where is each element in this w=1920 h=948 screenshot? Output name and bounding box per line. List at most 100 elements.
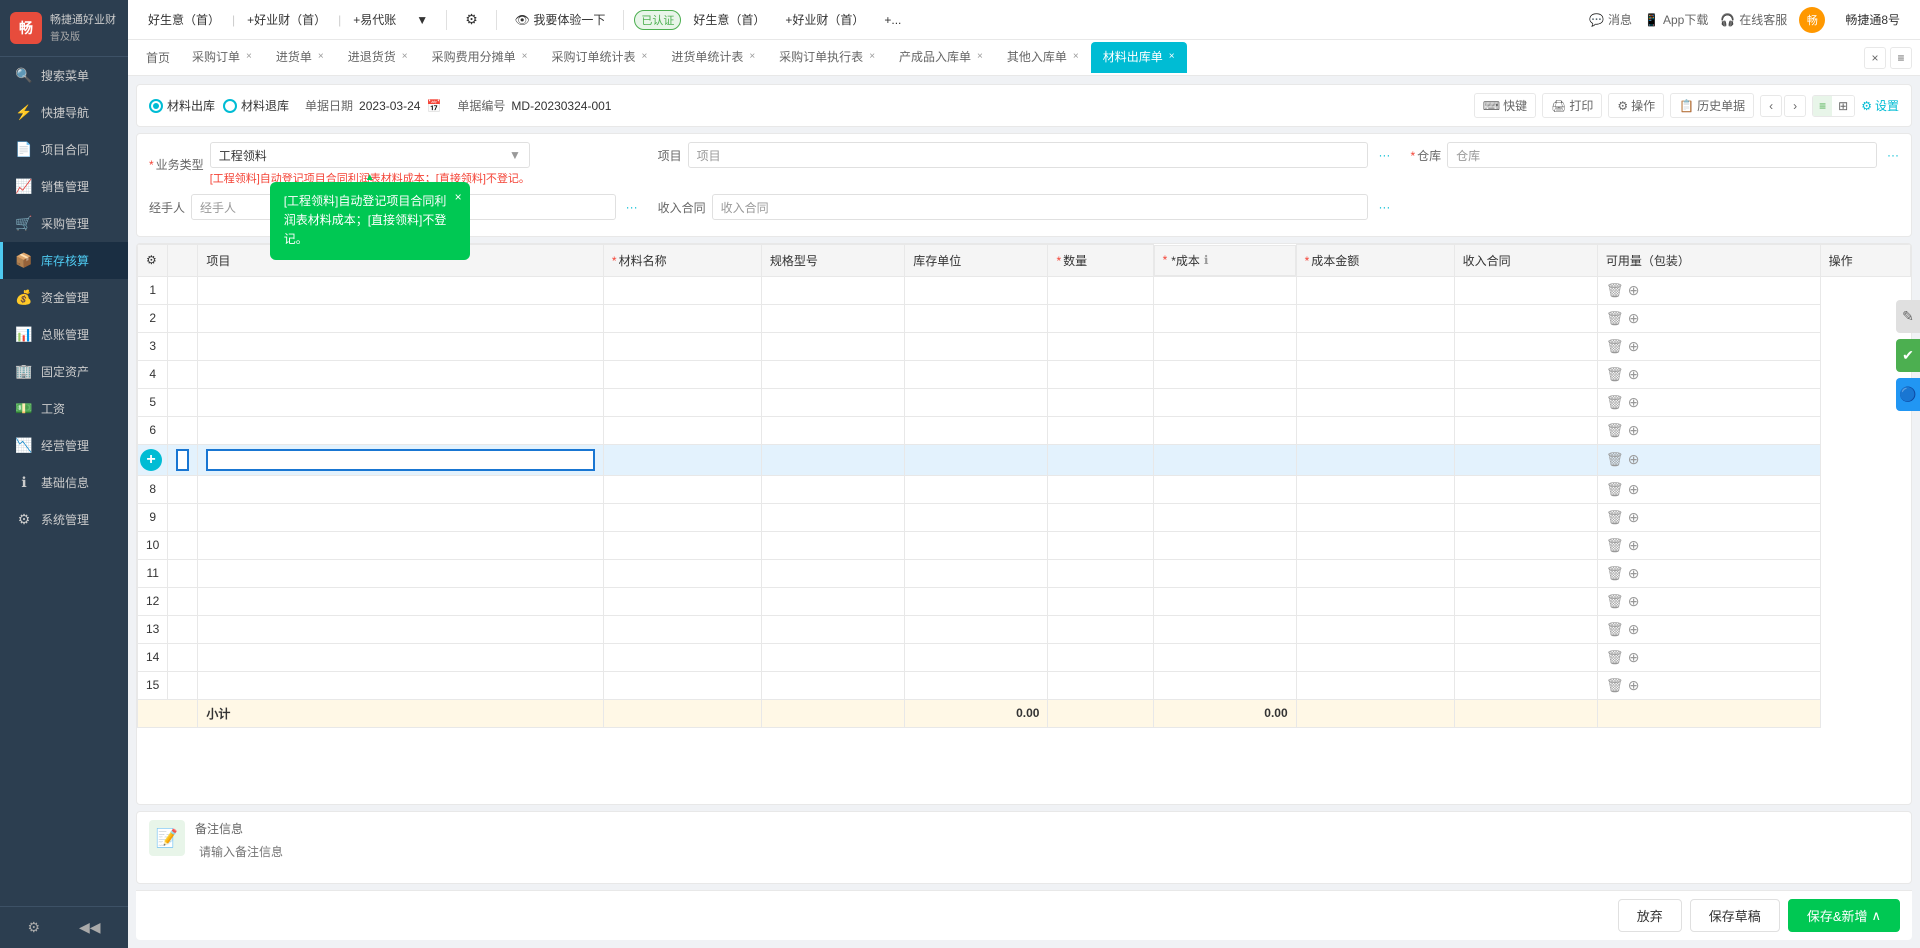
topbar-settings-icon[interactable]: ⚙ [457, 7, 486, 32]
row-cost[interactable] [1048, 671, 1153, 699]
view-list[interactable]: ≡ [1813, 96, 1832, 116]
active-row-spec[interactable] [603, 444, 761, 475]
active-row-amount[interactable] [1153, 444, 1296, 475]
topbar-nav-dropdown[interactable]: ▼ [408, 9, 436, 31]
row-contract[interactable] [1296, 304, 1454, 332]
row-spec[interactable] [603, 531, 761, 559]
row-avail[interactable] [1454, 531, 1597, 559]
row-project[interactable] [168, 615, 198, 643]
sidebar-item-fund[interactable]: 💰 资金管理 [0, 279, 128, 316]
tab-cost[interactable]: 采购费用分摊单 × [420, 42, 540, 73]
sidebar-item-purchase[interactable]: 🛒 采购管理 [0, 205, 128, 242]
copy-icon[interactable]: ⊕ [1628, 593, 1640, 610]
row-project[interactable] [168, 416, 198, 444]
copy-icon[interactable]: ⊕ [1628, 509, 1640, 526]
row-cost[interactable] [1048, 388, 1153, 416]
row-spec[interactable] [603, 615, 761, 643]
row-spec[interactable] [603, 332, 761, 360]
row-name[interactable] [198, 643, 604, 671]
tab-close-all[interactable]: × [1864, 47, 1886, 69]
radio-return[interactable]: 材料退库 [223, 97, 289, 114]
row-qty[interactable] [905, 503, 1048, 531]
date-value[interactable]: 2023-03-24 [359, 99, 420, 113]
message-btn[interactable]: 💬 消息 [1589, 11, 1632, 28]
topbar-nav-item-2[interactable]: +好业财（首） [239, 7, 334, 32]
col-settings-header[interactable]: ⚙ [138, 245, 168, 277]
row-contract[interactable] [1296, 332, 1454, 360]
row-contract[interactable] [1296, 671, 1454, 699]
row-qty[interactable] [905, 587, 1048, 615]
copy-icon[interactable]: ⊕ [1628, 565, 1640, 582]
row-unit[interactable] [761, 587, 904, 615]
row-avail[interactable] [1454, 671, 1597, 699]
row-avail[interactable] [1454, 304, 1597, 332]
row-qty[interactable] [905, 475, 1048, 503]
row-name[interactable] [198, 531, 604, 559]
row-qty[interactable] [905, 559, 1048, 587]
tooltip-close[interactable]: × [455, 188, 462, 207]
collapse-icon[interactable]: ◀◀ [75, 915, 105, 940]
delete-icon[interactable]: 🗑 [1606, 394, 1624, 411]
delete-icon[interactable]: 🗑 [1606, 509, 1624, 526]
active-row-contract[interactable] [1296, 444, 1454, 475]
tab-menu[interactable]: ≡ [1890, 47, 1912, 69]
row-avail[interactable] [1454, 587, 1597, 615]
row-unit[interactable] [761, 276, 904, 304]
copy-icon[interactable]: ⊕ [1628, 621, 1640, 638]
sidebar-item-contract[interactable]: 📄 项目合同 [0, 131, 128, 168]
row-avail[interactable] [1454, 475, 1597, 503]
sidebar-item-system[interactable]: ⚙ 系统管理 [0, 501, 128, 538]
row-name[interactable] [198, 559, 604, 587]
row-contract[interactable] [1296, 475, 1454, 503]
topbar-experience[interactable]: 👁 我要体验一下 [507, 7, 614, 32]
copy-icon[interactable]: ⊕ [1628, 537, 1640, 554]
row-qty[interactable] [905, 360, 1048, 388]
active-row-avail[interactable] [1454, 444, 1597, 475]
tab-prod[interactable]: 产成品入库单 × [887, 42, 995, 73]
delete-icon[interactable]: 🗑 [1606, 422, 1624, 439]
copy-icon[interactable]: ⊕ [1628, 310, 1640, 327]
right-panel-btn3[interactable]: 🔵 [1896, 378, 1920, 411]
copy-icon[interactable]: ⊕ [1628, 422, 1640, 439]
row-cost[interactable] [1048, 304, 1153, 332]
tab-material-close[interactable]: × [1169, 51, 1175, 62]
row-amount[interactable] [1153, 671, 1296, 699]
settings-btn[interactable]: ⚙ 设置 [1861, 97, 1899, 114]
row-contract[interactable] [1296, 643, 1454, 671]
sidebar-item-search[interactable]: 🔍 搜索菜单 [0, 57, 128, 94]
row-cost[interactable] [1048, 475, 1153, 503]
row-cost[interactable] [1048, 559, 1153, 587]
row-avail[interactable] [1454, 360, 1597, 388]
row-spec[interactable] [603, 503, 761, 531]
delete-icon[interactable]: 🗑 [1606, 565, 1624, 582]
tab-po[interactable]: 采购订单 × [180, 42, 264, 73]
delete-icon[interactable]: 🗑 [1606, 621, 1624, 638]
topbar-right-nav-1[interactable]: 好生意（首） [685, 7, 773, 32]
app-download-btn[interactable]: 📱 App下载 [1644, 11, 1708, 28]
row-spec[interactable] [603, 416, 761, 444]
row-name[interactable] [198, 615, 604, 643]
online-service-btn[interactable]: 🎧 在线客服 [1720, 11, 1787, 28]
ops-btn[interactable]: ⚙ 操作 [1608, 93, 1664, 118]
row-contract[interactable] [1296, 360, 1454, 388]
row-name[interactable] [198, 416, 604, 444]
active-row-qty[interactable] [905, 444, 1048, 475]
row-spec[interactable] [603, 475, 761, 503]
active-row-cost[interactable] [1048, 444, 1153, 475]
row-project[interactable] [168, 276, 198, 304]
row-qty[interactable] [905, 276, 1048, 304]
row-name[interactable] [198, 475, 604, 503]
row-amount[interactable] [1153, 559, 1296, 587]
user-name[interactable]: 畅捷通8号 [1837, 7, 1908, 32]
row-qty[interactable] [905, 388, 1048, 416]
row-project[interactable] [168, 531, 198, 559]
copy-icon[interactable]: ⊕ [1628, 366, 1640, 383]
sidebar-item-asset[interactable]: 🏢 固定资产 [0, 353, 128, 390]
delete-icon[interactable]: 🗑 [1606, 677, 1624, 694]
radio-out[interactable]: 材料出库 [149, 97, 215, 114]
project-more-btn[interactable]: ··· [1378, 148, 1390, 162]
active-row-project[interactable] [168, 444, 198, 475]
row-cost[interactable] [1048, 615, 1153, 643]
active-row-unit[interactable] [761, 444, 904, 475]
row-project[interactable] [168, 388, 198, 416]
